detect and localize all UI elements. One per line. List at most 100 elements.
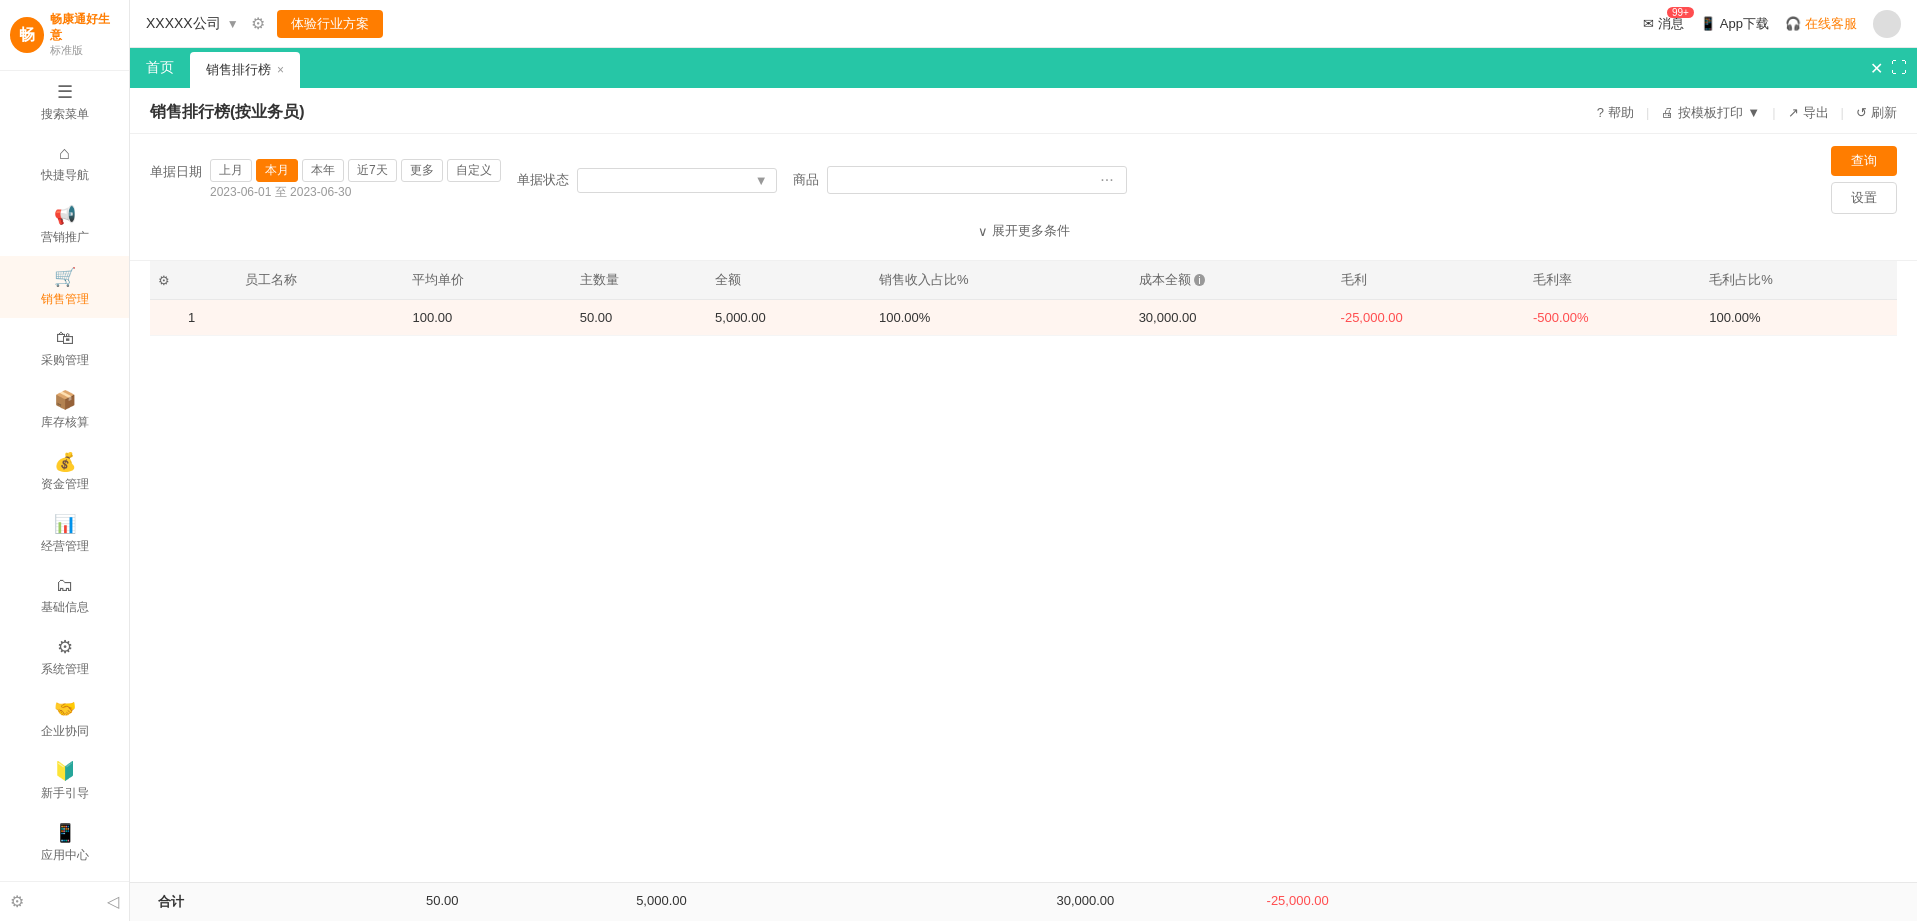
footer-settings-icon[interactable]: ⚙ bbox=[10, 892, 24, 911]
cell-gross-rate: -500.00% bbox=[1525, 300, 1701, 336]
sidebar-item-enterprise-coop[interactable]: 🤝 企业协同 bbox=[0, 688, 129, 750]
sidebar-item-marketing[interactable]: 📢 营销推广 bbox=[0, 194, 129, 256]
action-sep-3: | bbox=[1841, 105, 1844, 120]
sidebar-item-purchase[interactable]: 🛍 采购管理 bbox=[0, 318, 129, 379]
page-title: 销售排行榜(按业务员) bbox=[150, 102, 305, 123]
template-print-btn[interactable]: 🖨 按模板打印 ▼ bbox=[1661, 104, 1760, 122]
settings-btn[interactable]: 设置 bbox=[1831, 182, 1897, 214]
cell-amount: 5,000.00 bbox=[707, 300, 871, 336]
date-btn-this-month[interactable]: 本月 bbox=[256, 159, 298, 182]
sidebar-item-operations[interactable]: 📊 经营管理 bbox=[0, 503, 129, 565]
cell-name bbox=[237, 300, 404, 336]
message-badge: 99+ bbox=[1667, 7, 1694, 18]
user-avatar[interactable] bbox=[1873, 10, 1901, 38]
date-btn-prev-month[interactable]: 上月 bbox=[210, 159, 252, 182]
query-btn[interactable]: 查询 bbox=[1831, 146, 1897, 176]
page-header: 销售排行榜(按业务员) ? 帮助 | 🖨 按模板打印 ▼ | ↗ bbox=[130, 88, 1917, 134]
filter-area: 单据日期 上月 本月 本年 近7天 更多 自定义 2023-06-01 至 20… bbox=[130, 134, 1917, 261]
expand-row: ∨ 展开更多条件 bbox=[150, 214, 1897, 248]
app-center-icon: 📱 bbox=[54, 822, 76, 844]
help-btn[interactable]: ? 帮助 bbox=[1597, 104, 1634, 122]
sidebar-item-finance[interactable]: 💰 资金管理 bbox=[0, 441, 129, 503]
action-sep-1: | bbox=[1646, 105, 1649, 120]
logo-text-container: 畅康通好生意 标准版 bbox=[50, 12, 119, 58]
sidebar-item-wechat[interactable]: 💬 企业微信 bbox=[0, 874, 129, 881]
sidebar-label-app-center: 应用中心 bbox=[41, 847, 89, 864]
sidebar-item-basic-info[interactable]: 🗂 基础信息 bbox=[0, 565, 129, 626]
page-actions: ? 帮助 | 🖨 按模板打印 ▼ | ↗ 导出 | bbox=[1597, 104, 1897, 122]
sidebar-item-system[interactable]: ⚙ 系统管理 bbox=[0, 626, 129, 688]
date-filter-label: 单据日期 bbox=[150, 159, 202, 181]
th-settings[interactable]: ⚙ bbox=[150, 261, 180, 300]
template-print-label: 按模板打印 bbox=[1678, 104, 1743, 122]
enterprise-coop-icon: 🤝 bbox=[54, 698, 76, 720]
footer-collapse-icon[interactable]: ◁ bbox=[107, 892, 119, 911]
sidebar-label-inventory: 库存核算 bbox=[41, 414, 89, 431]
main-content: XXXXX公司 ▼ ⚙ 体验行业方案 ✉ 消息 99+ 📱 App下载 🎧 在线… bbox=[130, 0, 1917, 921]
tab-close-icon[interactable]: × bbox=[277, 63, 284, 77]
guide-icon: 🔰 bbox=[54, 760, 76, 782]
trial-btn[interactable]: 体验行业方案 bbox=[277, 10, 383, 38]
sidebar-label-system: 系统管理 bbox=[41, 661, 89, 678]
sidebar-footer: ⚙ ◁ bbox=[0, 881, 129, 921]
home-icon: ⌂ bbox=[59, 143, 70, 164]
table-footer: 合计 50.00 5,000.00 30,000.00 -25,000.00 bbox=[130, 882, 1917, 921]
status-select[interactable]: ▼ bbox=[577, 168, 777, 193]
sidebar-item-search[interactable]: ☰ 搜索菜单 bbox=[0, 71, 129, 133]
goods-ellipsis-icon[interactable]: ··· bbox=[1096, 171, 1117, 189]
topbar-right: ✉ 消息 99+ 📱 App下载 🎧 在线客服 bbox=[1643, 10, 1901, 38]
sidebar-label-search: 搜索菜单 bbox=[41, 106, 89, 123]
sidebar-item-inventory[interactable]: 📦 库存核算 bbox=[0, 379, 129, 441]
expand-more-label: 展开更多条件 bbox=[992, 222, 1070, 240]
goods-select[interactable]: ··· bbox=[827, 166, 1127, 194]
sidebar-item-sales[interactable]: 🛒 销售管理 bbox=[0, 256, 129, 318]
status-filter-label: 单据状态 bbox=[517, 171, 569, 189]
date-btn-more[interactable]: 更多 bbox=[401, 159, 443, 182]
date-buttons: 上月 本月 本年 近7天 更多 自定义 bbox=[210, 159, 501, 182]
tabbar-right: ✕ ⛶ bbox=[1860, 48, 1917, 88]
tab-close-window-icon[interactable]: ✕ bbox=[1870, 59, 1883, 78]
company-name: XXXXX公司 bbox=[146, 15, 221, 33]
logo-sub: 标准版 bbox=[50, 43, 119, 58]
th-rank bbox=[180, 261, 237, 300]
marketing-icon: 📢 bbox=[54, 204, 76, 226]
help-icon: ? bbox=[1597, 105, 1604, 120]
headset-icon: 🎧 bbox=[1785, 16, 1801, 31]
th-name: 员工名称 bbox=[237, 261, 404, 300]
company-selector[interactable]: XXXXX公司 ▼ bbox=[146, 15, 239, 33]
export-label: 导出 bbox=[1803, 104, 1829, 122]
data-table: ⚙ 员工名称 平均单价 主数量 全额 销售收入占比% 成本全额 i 毛利 毛利率… bbox=[150, 261, 1897, 336]
purchase-icon: 🛍 bbox=[56, 328, 74, 349]
expand-more-btn[interactable]: ∨ 展开更多条件 bbox=[978, 222, 1070, 240]
tab-home[interactable]: 首页 bbox=[130, 48, 190, 88]
date-btn-this-year[interactable]: 本年 bbox=[302, 159, 344, 182]
online-service-btn[interactable]: 🎧 在线客服 bbox=[1785, 15, 1857, 33]
sidebar-item-quick-nav[interactable]: ⌂ 快捷导航 bbox=[0, 133, 129, 194]
sidebar-item-app-center[interactable]: 📱 应用中心 bbox=[0, 812, 129, 874]
tab-expand-icon[interactable]: ⛶ bbox=[1891, 59, 1907, 77]
message-btn[interactable]: ✉ 消息 99+ bbox=[1643, 15, 1684, 33]
sidebar-label-basic-info: 基础信息 bbox=[41, 599, 89, 616]
date-btn-7days[interactable]: 近7天 bbox=[348, 159, 397, 182]
help-label: 帮助 bbox=[1608, 104, 1634, 122]
th-cost: 成本全额 i bbox=[1131, 261, 1333, 300]
topbar: XXXXX公司 ▼ ⚙ 体验行业方案 ✉ 消息 99+ 📱 App下载 🎧 在线… bbox=[130, 0, 1917, 48]
cell-sales-pct: 100.00% bbox=[871, 300, 1131, 336]
content-inner: 销售排行榜(按业务员) ? 帮助 | 🖨 按模板打印 ▼ | ↗ bbox=[130, 88, 1917, 921]
logo-brand: 畅康通好生意 bbox=[50, 12, 119, 43]
sidebar-label-marketing: 营销推广 bbox=[41, 229, 89, 246]
sidebar-item-guide[interactable]: 🔰 新手引导 bbox=[0, 750, 129, 812]
tab-sales-ranking[interactable]: 销售排行榜 × bbox=[190, 52, 300, 88]
cell-gross-pct: 100.00% bbox=[1701, 300, 1897, 336]
tab-home-label: 首页 bbox=[146, 59, 174, 77]
action-sep-2: | bbox=[1772, 105, 1775, 120]
footer-amount: 5,000.00 bbox=[628, 893, 838, 911]
expand-chevron-icon: ∨ bbox=[978, 224, 988, 239]
cell-avg-price: 100.00 bbox=[404, 300, 571, 336]
refresh-btn[interactable]: ↺ 刷新 bbox=[1856, 104, 1897, 122]
inventory-icon: 📦 bbox=[54, 389, 76, 411]
app-download-btn[interactable]: 📱 App下载 bbox=[1700, 15, 1769, 33]
date-btn-custom[interactable]: 自定义 bbox=[447, 159, 501, 182]
export-btn[interactable]: ↗ 导出 bbox=[1788, 104, 1829, 122]
topbar-gear-icon[interactable]: ⚙ bbox=[251, 14, 265, 33]
